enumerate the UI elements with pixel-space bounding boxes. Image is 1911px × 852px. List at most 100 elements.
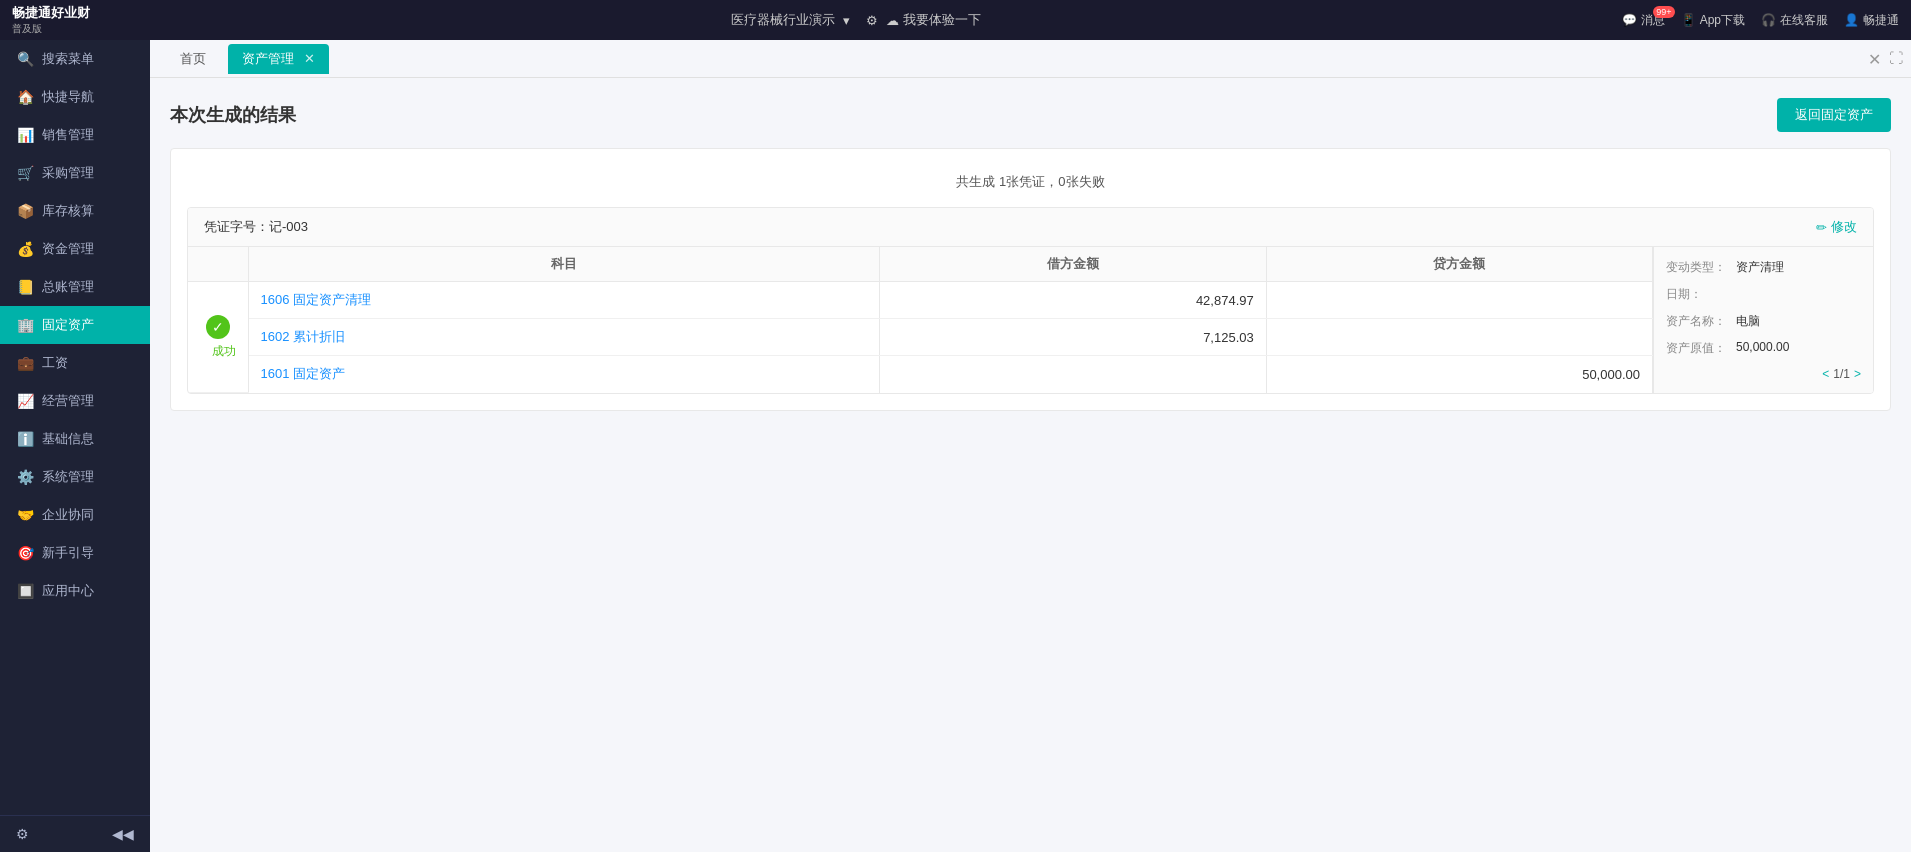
sidebar-item-fixed-assets[interactable]: 🏢 固定资产	[0, 306, 150, 344]
voucher-header: 凭证字号：记-003 ✏ 修改	[188, 208, 1873, 247]
change-type-row: 变动类型： 资产清理	[1666, 259, 1861, 276]
inventory-icon: 📦	[16, 202, 34, 220]
try-button[interactable]: ☁ 我要体验一下	[886, 11, 981, 29]
panel-controls: ✕ ⛶	[1860, 42, 1911, 77]
edit-voucher-button[interactable]: ✏ 修改	[1816, 218, 1857, 236]
content-area: 首页 资产管理 ✕ 本次生成的结果 返回固定资产 共生成 1张凭证，0张失败	[150, 40, 1911, 852]
user-menu[interactable]: 👤 畅捷通	[1844, 12, 1899, 29]
logo-section: 畅捷通好业财 普及版	[12, 4, 90, 36]
finance-icon: 💰	[16, 240, 34, 258]
pagination-text: 1/1	[1833, 367, 1850, 381]
settings-icon[interactable]: ⚙	[866, 13, 878, 28]
app-download-label: App下载	[1700, 12, 1745, 29]
system-icon: ⚙️	[16, 468, 34, 486]
purchase-icon: 🛒	[16, 164, 34, 182]
sidebar-label-ledger: 总账管理	[42, 278, 94, 296]
tab-home[interactable]: 首页	[166, 44, 220, 74]
settings-bottom-icon[interactable]: ⚙	[16, 826, 29, 842]
voucher-body: 科目 借方金额 贷方金额 ✓ 成功	[188, 247, 1873, 393]
sidebar-item-enterprise[interactable]: 🤝 企业协同	[0, 496, 150, 534]
result-card: 共生成 1张凭证，0张失败 凭证字号：记-003 ✏ 修改	[170, 148, 1891, 411]
original-value-label: 资产原值：	[1666, 340, 1736, 357]
operations-icon: 📈	[16, 392, 34, 410]
sidebar-item-system[interactable]: ⚙️ 系统管理	[0, 458, 150, 496]
row-2-credit	[1266, 319, 1652, 356]
original-value-value: 50,000.00	[1736, 340, 1789, 354]
change-type-value: 资产清理	[1736, 259, 1784, 276]
sidebar-label-purchase: 采购管理	[42, 164, 94, 182]
app-center-icon: 🔲	[16, 582, 34, 600]
col-status-header	[188, 247, 248, 282]
sidebar-label-quicknav: 快捷导航	[42, 88, 94, 106]
edit-label: 修改	[1831, 218, 1857, 236]
row-1-credit	[1266, 282, 1652, 319]
message-icon: 💬	[1622, 13, 1637, 27]
sidebar-item-search[interactable]: 🔍 搜索菜单	[0, 40, 150, 78]
sidebar-item-finance[interactable]: 💰 资金管理	[0, 230, 150, 268]
row-1-subject: 1606 固定资产清理	[248, 282, 880, 319]
username: 畅捷通	[1863, 12, 1899, 29]
building-icon: 🏢	[16, 316, 34, 334]
sidebar-item-basic-info[interactable]: ℹ️ 基础信息	[0, 420, 150, 458]
pagination-prev[interactable]: <	[1822, 367, 1829, 381]
table-row: 1602 累计折旧 7,125.03	[188, 319, 1653, 356]
sidebar-item-guide[interactable]: 🎯 新手引导	[0, 534, 150, 572]
row-2-debit: 7,125.03	[880, 319, 1266, 356]
row-1-debit: 42,874.97	[880, 282, 1266, 319]
app-download-button[interactable]: 📱 App下载	[1681, 12, 1745, 29]
sidebar-item-app-center[interactable]: 🔲 应用中心	[0, 572, 150, 610]
chevron-down-icon: ▾	[843, 13, 850, 28]
sidebar-label-sales: 销售管理	[42, 126, 94, 144]
pagination: < 1/1 >	[1666, 367, 1861, 381]
info-icon: ℹ️	[16, 430, 34, 448]
headset-icon: 🎧	[1761, 13, 1776, 27]
app-version: 普及版	[12, 22, 90, 36]
status-cell: ✓ 成功	[188, 282, 248, 393]
sidebar-item-payroll[interactable]: 💼 工资	[0, 344, 150, 382]
table-row: 1601 固定资产 50,000.00	[188, 356, 1653, 393]
back-to-fixed-assets-button[interactable]: 返回固定资产	[1777, 98, 1891, 132]
change-type-label: 变动类型：	[1666, 259, 1736, 276]
voucher-table: 科目 借方金额 贷方金额 ✓ 成功	[188, 247, 1653, 393]
sidebar-item-quicknav[interactable]: 🏠 快捷导航	[0, 78, 150, 116]
page-content: 本次生成的结果 返回固定资产 共生成 1张凭证，0张失败 凭证字号：记-003 …	[150, 78, 1911, 852]
voucher-section: 凭证字号：记-003 ✏ 修改	[187, 207, 1874, 394]
messages-badge: 99+	[1653, 6, 1674, 18]
edit-icon: ✏	[1816, 220, 1827, 235]
asset-name-value: 电脑	[1736, 313, 1760, 330]
tab-close-icon[interactable]: ✕	[304, 51, 315, 66]
user-icon: 👤	[1844, 13, 1859, 27]
col-debit-header: 借方金额	[880, 247, 1266, 282]
close-panel-button[interactable]: ✕	[1868, 50, 1881, 69]
sidebar-item-ledger[interactable]: 📒 总账管理	[0, 268, 150, 306]
main-layout: 🔍 搜索菜单 🏠 快捷导航 📊 销售管理 🛒 采购管理 📦 库存核算 💰	[0, 40, 1911, 852]
page-header: 本次生成的结果 返回固定资产	[170, 98, 1891, 132]
expand-panel-button[interactable]: ⛶	[1889, 50, 1903, 69]
sidebar-label-system: 系统管理	[42, 468, 94, 486]
sidebar-item-purchase[interactable]: 🛒 采购管理	[0, 154, 150, 192]
tab-asset-management[interactable]: 资产管理 ✕	[228, 44, 329, 74]
sidebar-item-inventory[interactable]: 📦 库存核算	[0, 192, 150, 230]
collapse-icon[interactable]: ◀◀	[112, 826, 134, 842]
logo-area: 畅捷通好业财 普及版	[12, 4, 90, 36]
sidebar-item-operations[interactable]: 📈 经营管理	[0, 382, 150, 420]
sidebar-item-sales[interactable]: 📊 销售管理	[0, 116, 150, 154]
sidebar-label-app-center: 应用中心	[42, 582, 94, 600]
date-label: 日期：	[1666, 286, 1736, 303]
original-value-row: 资产原值： 50,000.00	[1666, 340, 1861, 357]
cloud-icon: ☁	[886, 13, 899, 28]
sidebar-label-search: 搜索菜单	[42, 50, 94, 68]
page-title: 本次生成的结果	[170, 103, 296, 127]
pagination-next[interactable]: >	[1854, 367, 1861, 381]
side-info-panel: 变动类型： 资产清理 日期： 资产名称： 电脑	[1653, 247, 1873, 393]
sidebar-bottom: ⚙ ◀◀	[0, 815, 150, 852]
header-actions: 💬 消息 99+ 📱 App下载 🎧 在线客服 👤 畅捷通	[1622, 12, 1899, 29]
company-name: 医疗器械行业演示	[731, 11, 835, 29]
messages-button[interactable]: 💬 消息 99+	[1622, 12, 1665, 29]
home-icon: 🏠	[16, 88, 34, 106]
sidebar-label-payroll: 工资	[42, 354, 68, 372]
online-service-button[interactable]: 🎧 在线客服	[1761, 12, 1828, 29]
company-selector[interactable]: 医疗器械行业演示 ▾ ⚙ ☁ 我要体验一下	[731, 11, 981, 29]
sidebar: 🔍 搜索菜单 🏠 快捷导航 📊 销售管理 🛒 采购管理 📦 库存核算 💰	[0, 40, 150, 852]
sidebar-label-basic-info: 基础信息	[42, 430, 94, 448]
